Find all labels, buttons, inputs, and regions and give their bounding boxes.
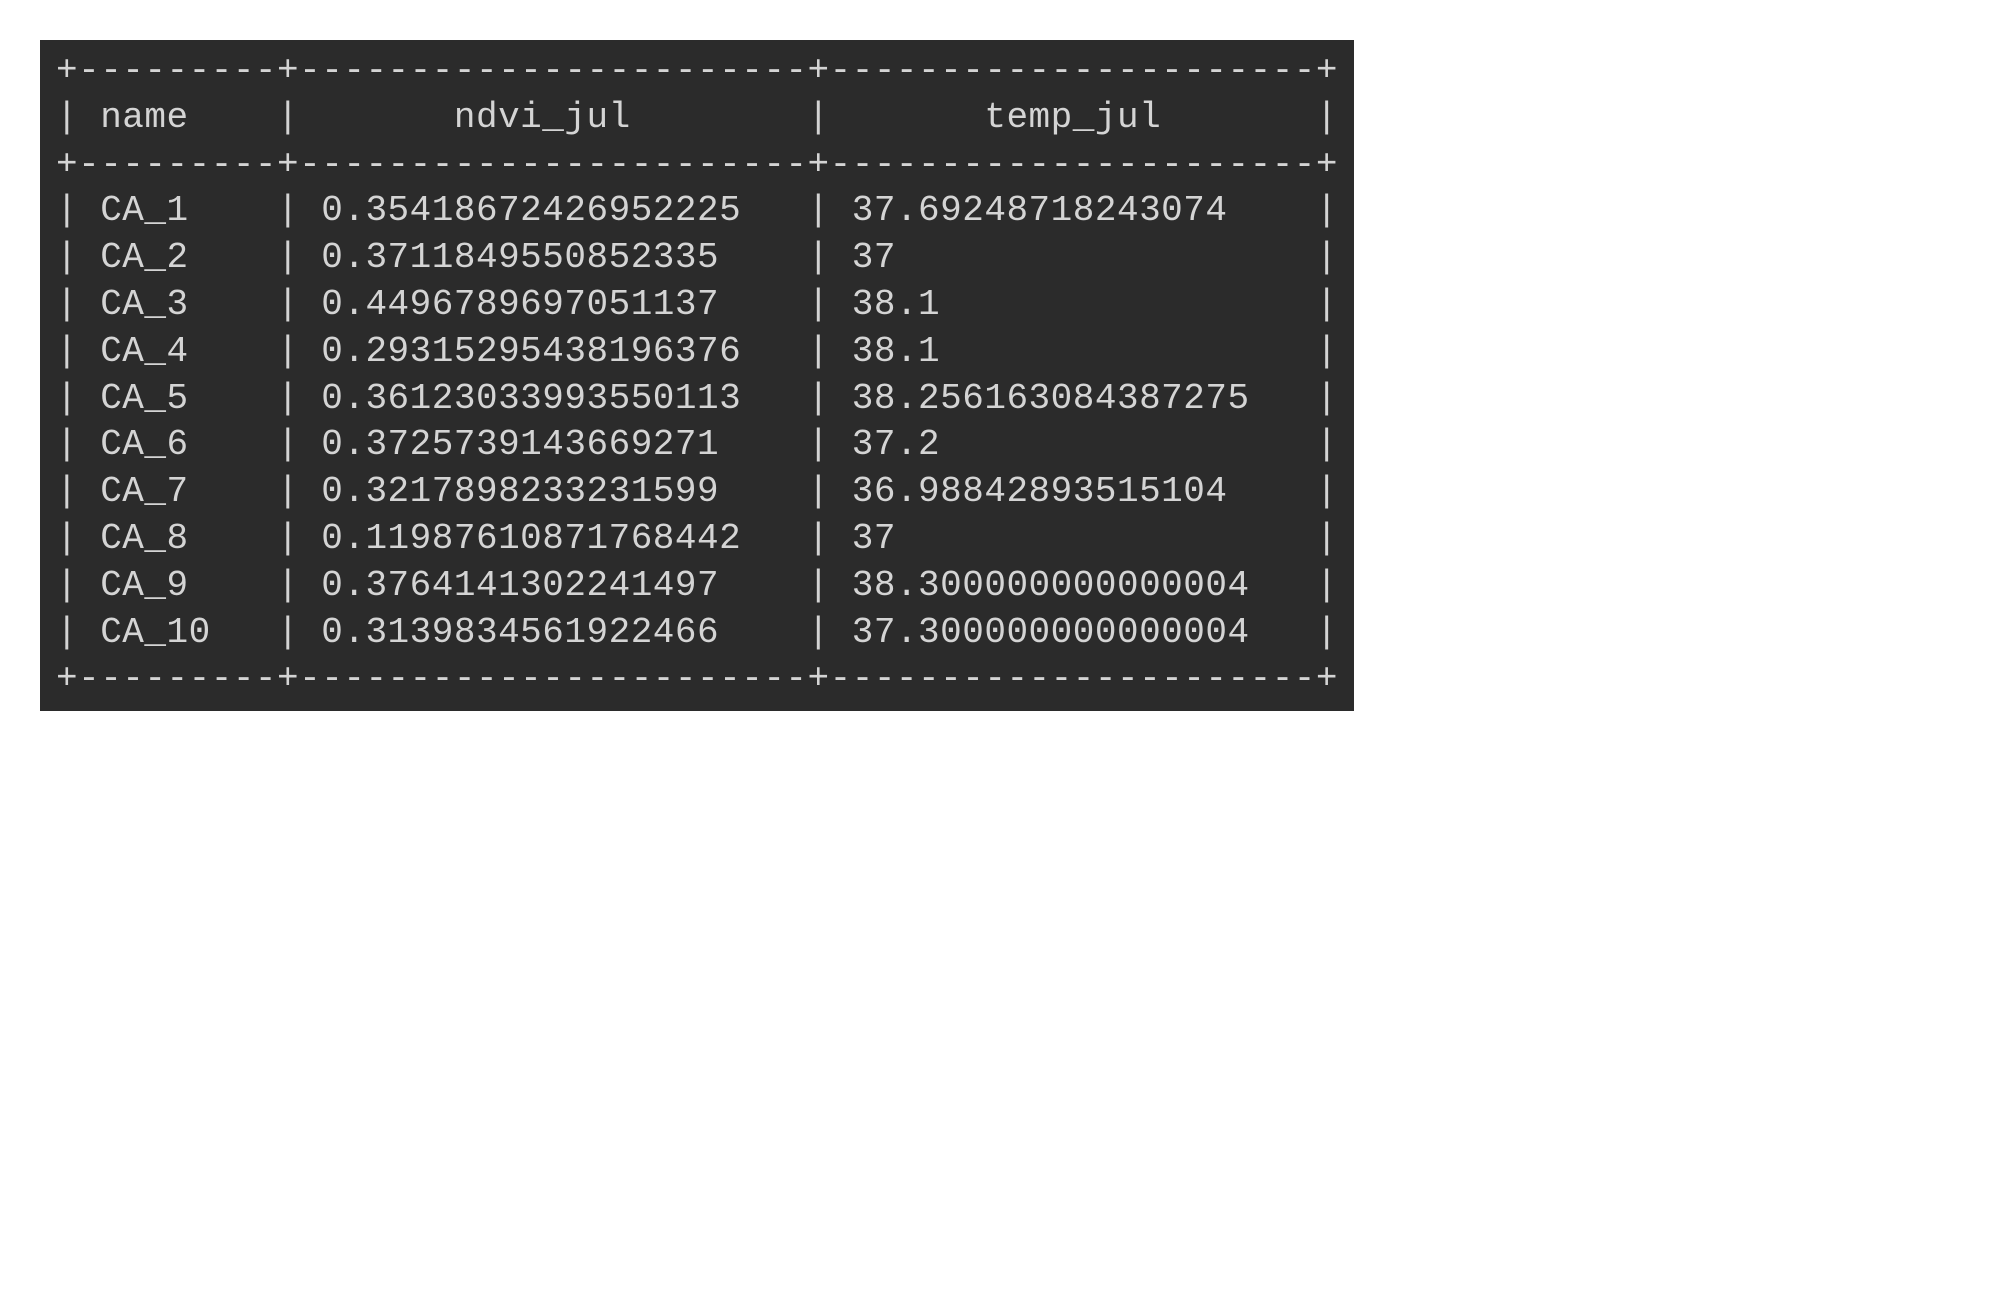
- ascii-table: +---------+-----------------------+-----…: [56, 50, 1338, 699]
- terminal-output: +---------+-----------------------+-----…: [40, 40, 1354, 711]
